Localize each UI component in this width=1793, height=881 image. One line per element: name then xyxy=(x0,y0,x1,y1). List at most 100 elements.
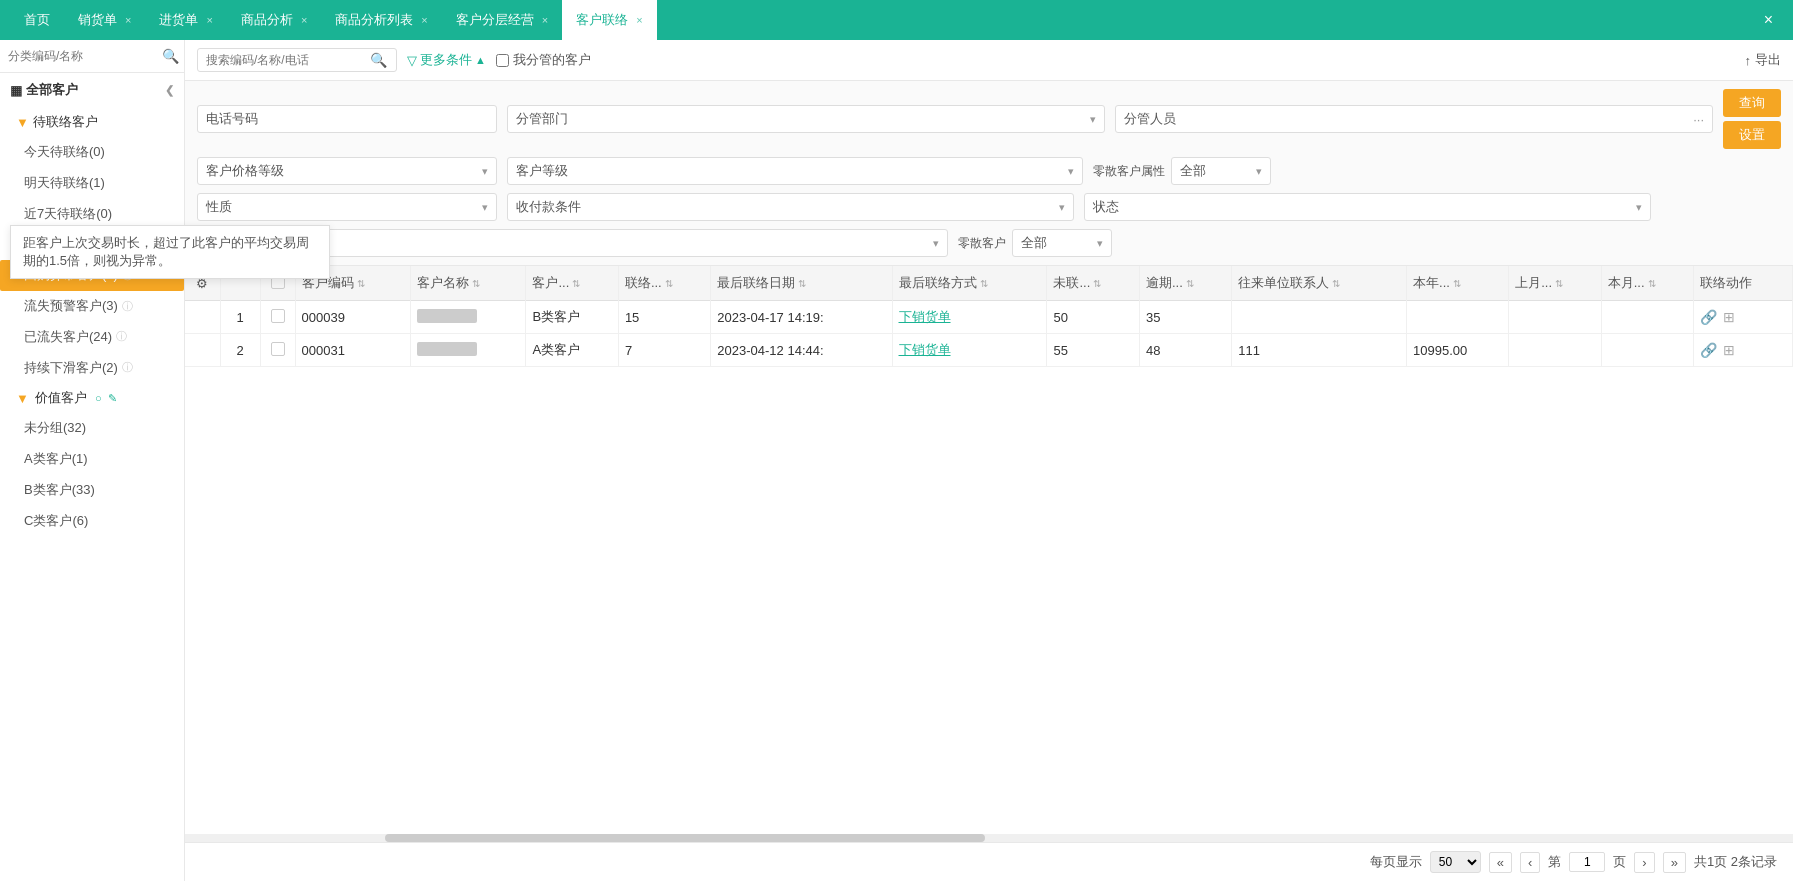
nav-product-list-close[interactable]: × xyxy=(421,0,427,40)
nav-product-analysis-close[interactable]: × xyxy=(301,0,307,40)
th-last-contact-date[interactable]: 最后联络日期 ⇅ xyxy=(711,266,892,301)
sidebar-item-churn-warning[interactable]: 流失预警客户(3) ⓘ xyxy=(0,291,184,322)
nav-customer-contact[interactable]: 客户联络 × xyxy=(562,0,656,40)
sidebar-search-box: 🔍 xyxy=(0,40,184,73)
nav-product-analysis-list[interactable]: 商品分析列表 × xyxy=(321,0,441,40)
row2-type: A类客户 xyxy=(526,334,618,367)
page-next-btn[interactable]: › xyxy=(1634,852,1654,873)
filter-scatter-customer: 零散客户 全部 ▾ xyxy=(958,229,1651,257)
sidebar-group-waiting[interactable]: ▼ 待联络客户 xyxy=(0,107,184,137)
nav-product-analysis[interactable]: 商品分析 × xyxy=(227,0,321,40)
th-overdue[interactable]: 逾期... ⇅ xyxy=(1139,266,1231,301)
more-filter-btn[interactable]: ▽ 更多条件 ▲ xyxy=(407,51,486,69)
sidebar-item-class-b[interactable]: B类客户(33) xyxy=(0,475,184,506)
sidebar-item-class-c[interactable]: C类客户(6) xyxy=(0,506,184,537)
nav-sales-order[interactable]: 销货单 × xyxy=(64,0,145,40)
nav-customer-tier-close[interactable]: × xyxy=(542,0,548,40)
scrollbar-thumb[interactable] xyxy=(385,834,985,842)
sidebar-item-today[interactable]: 今天待联络(0) xyxy=(0,137,184,168)
row2-link-icon[interactable]: 🔗 xyxy=(1700,342,1717,358)
per-page-select[interactable]: 50 20 100 xyxy=(1430,851,1481,873)
filter-customer-type[interactable]: 客户类型 ▾ xyxy=(237,229,948,257)
th-contacts[interactable]: 往来单位联系人 ⇅ xyxy=(1232,266,1407,301)
sidebar-item-ungroup[interactable]: 未分组(32) xyxy=(0,413,184,444)
th-this-year[interactable]: 本年... ⇅ xyxy=(1407,266,1509,301)
th-contact[interactable]: 联络... ⇅ xyxy=(618,266,710,301)
row1-code: 000039 xyxy=(295,301,410,334)
nav-customer-contact-close[interactable]: × xyxy=(636,0,642,40)
info-icon-2: ⓘ xyxy=(122,298,133,316)
filter-bar: 🔍 ▽ 更多条件 ▲ 我分管的客户 ↑ 导出 xyxy=(185,40,1793,81)
nature-dropdown-icon: ▾ xyxy=(482,201,488,214)
customer-table: ⚙ 客户编码 ⇅ xyxy=(185,266,1793,367)
grid-icon: ▦ xyxy=(10,83,22,98)
sidebar-value-section[interactable]: ▼ 价值客户 ○ ✎ xyxy=(0,383,184,413)
nav-purchase-order-close[interactable]: × xyxy=(206,0,212,40)
scatter-attr-select[interactable]: 全部 ▾ xyxy=(1171,157,1271,185)
sidebar-item-churned[interactable]: 已流失客户(24) ⓘ xyxy=(0,322,184,353)
row2-check[interactable] xyxy=(260,334,295,367)
row1-link-icon[interactable]: 🔗 xyxy=(1700,309,1717,325)
page-first-btn[interactable]: « xyxy=(1489,852,1512,873)
th-name[interactable]: 客户名称 ⇅ xyxy=(410,266,525,301)
sidebar-all-customers[interactable]: ▦ 全部客户 ❮ xyxy=(0,73,184,107)
window-close-btn[interactable]: × xyxy=(1754,11,1783,29)
arrow-icon: ▼ xyxy=(16,115,29,130)
th-last-month[interactable]: 上月... ⇅ xyxy=(1509,266,1601,301)
nav-home[interactable]: 首页 xyxy=(10,0,64,40)
row2-name xyxy=(410,334,525,367)
my-customer-check[interactable]: 我分管的客户 xyxy=(496,51,591,69)
search-icon[interactable]: 🔍 xyxy=(370,52,387,68)
nav-sales-order-close[interactable]: × xyxy=(125,0,131,40)
row1-type: B类客户 xyxy=(526,301,618,334)
filter-status[interactable]: 状态 ▾ xyxy=(1084,193,1651,221)
nav-customer-tier[interactable]: 客户分层经营 × xyxy=(442,0,562,40)
code-sort-icon: ⇅ xyxy=(357,278,365,289)
settings-btn[interactable]: 设置 xyxy=(1723,121,1781,149)
scatter-customer-select[interactable]: 全部 ▾ xyxy=(1012,229,1112,257)
nav-purchase-order[interactable]: 进货单 × xyxy=(145,0,226,40)
my-customer-checkbox[interactable] xyxy=(496,54,509,67)
th-type[interactable]: 客户... ⇅ xyxy=(526,266,618,301)
row2-way[interactable]: 下销货单 xyxy=(892,334,1047,367)
sidebar-search-icon[interactable]: 🔍 xyxy=(162,48,179,64)
filter-customer-level[interactable]: 客户等级 ▾ xyxy=(507,157,1083,185)
page-last-btn[interactable]: » xyxy=(1663,852,1686,873)
sidebar-search-input[interactable] xyxy=(8,49,158,63)
horizontal-scrollbar[interactable] xyxy=(185,834,1793,842)
th-unread[interactable]: 未联... ⇅ xyxy=(1047,266,1139,301)
value-section-edit-icon[interactable]: ✎ xyxy=(108,392,117,405)
th-last-contact-way[interactable]: 最后联络方式 ⇅ xyxy=(892,266,1047,301)
sidebar-item-tomorrow[interactable]: 明天待联络(1) xyxy=(0,168,184,199)
query-btn[interactable]: 查询 xyxy=(1723,89,1781,117)
sidebar-item-class-a[interactable]: A类客户(1) xyxy=(0,444,184,475)
row2-qr-icon[interactable]: ⊞ xyxy=(1723,342,1735,358)
filter-price-level[interactable]: 客户价格等级 ▾ xyxy=(197,157,497,185)
year-sort-icon: ⇅ xyxy=(1453,278,1461,289)
page-prev-btn[interactable]: ‹ xyxy=(1520,852,1540,873)
cust-type-dropdown-icon: ▾ xyxy=(933,237,939,250)
row2-name-blur xyxy=(417,342,477,356)
name-sort-icon: ⇅ xyxy=(472,278,480,289)
th-this-month[interactable]: 本月... ⇅ xyxy=(1601,266,1693,301)
filter-payment[interactable]: 收付款条件 ▾ xyxy=(507,193,1074,221)
filter-nature[interactable]: 性质 ▾ xyxy=(197,193,497,221)
row1-overdue: 35 xyxy=(1139,301,1231,334)
filter-phone[interactable]: 电话号码 xyxy=(197,105,497,133)
pagination-bar: 每页显示 50 20 100 « ‹ 第 页 › » 共1页 2条记录 xyxy=(185,842,1793,881)
page-number-input[interactable] xyxy=(1569,852,1605,872)
row1-qr-icon[interactable]: ⊞ xyxy=(1723,309,1735,325)
sidebar-item-declining[interactable]: 持续下滑客户(2) ⓘ xyxy=(0,353,184,384)
filter-manager[interactable]: 分管人员 ··· xyxy=(1115,105,1713,133)
row2-this-month xyxy=(1601,334,1693,367)
row1-way[interactable]: 下销货单 xyxy=(892,301,1047,334)
overdue-sort-icon: ⇅ xyxy=(1186,278,1194,289)
filter-department[interactable]: 分管部门 ▾ xyxy=(507,105,1105,133)
search-input[interactable] xyxy=(206,53,366,67)
main-layout: 🔍 ▦ 全部客户 ❮ ▼ 待联络客户 今天待联络(0) 明天待联络(1) 近7天… xyxy=(0,40,1793,881)
row1-check[interactable] xyxy=(260,301,295,334)
row1-checkbox[interactable] xyxy=(271,309,285,323)
row1-date: 2023-04-17 14:19: xyxy=(711,301,892,334)
export-btn[interactable]: ↑ 导出 xyxy=(1745,51,1782,69)
row2-checkbox[interactable] xyxy=(271,342,285,356)
